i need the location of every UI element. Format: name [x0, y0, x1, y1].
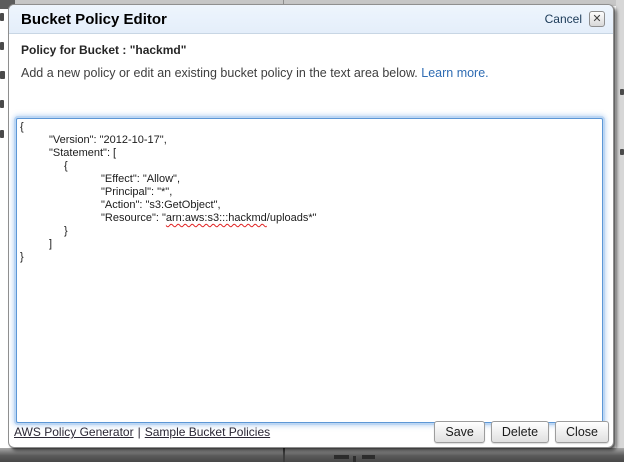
background-text-fragment	[0, 130, 4, 138]
background-bottom-strip	[0, 448, 624, 462]
policy-line: "Version": "2012-10-17",	[17, 134, 602, 147]
background-text-fragment	[0, 71, 5, 79]
cancel-link[interactable]: Cancel	[545, 12, 582, 26]
footer-links: AWS Policy Generator | Sample Bucket Polic…	[14, 425, 428, 439]
policy-line: "Principal": "*",	[17, 186, 602, 199]
dialog-header: Bucket Policy Editor Cancel ✕	[9, 5, 613, 34]
background-text-fragment	[0, 100, 4, 108]
policy-line: {	[17, 121, 602, 134]
policy-textarea[interactable]: {"Version": "2012-10-17","Statement": [{…	[16, 118, 603, 423]
policy-line: "Statement": [	[17, 147, 602, 160]
close-dialog-button[interactable]: Close	[555, 421, 609, 443]
policy-line: ]	[17, 238, 602, 251]
background-text-fragment	[353, 456, 356, 462]
background-text-fragment	[620, 149, 624, 155]
delete-button[interactable]: Delete	[491, 421, 549, 443]
policy-line: "Action": "s3:GetObject",	[17, 199, 602, 212]
dialog-footer: AWS Policy Generator | Sample Bucket Polic…	[14, 420, 609, 444]
sample-bucket-policies-link[interactable]: Sample Bucket Policies	[145, 425, 270, 439]
page-background: Bucket Policy Editor Cancel ✕ Policy for…	[0, 0, 624, 462]
description-body: Add a new policy or edit an existing buc…	[21, 66, 418, 80]
policy-for-bucket-label: Policy for Bucket : "hackmd"	[21, 43, 601, 57]
background-bottom-divider	[283, 448, 285, 462]
description-text: Add a new policy or edit an existing buc…	[21, 66, 601, 80]
background-text-fragment	[0, 13, 4, 21]
aws-policy-generator-link[interactable]: AWS Policy Generator	[14, 425, 134, 439]
background-text-fragment	[620, 89, 624, 95]
bucket-policy-editor-dialog: Bucket Policy Editor Cancel ✕ Policy for…	[8, 4, 614, 448]
learn-more-link[interactable]: Learn more.	[421, 66, 488, 80]
background-right-column	[616, 0, 624, 462]
policy-line: "Effect": "Allow",	[17, 173, 602, 186]
link-separator: |	[138, 425, 141, 439]
page-title: Bucket Policy Editor	[21, 11, 545, 28]
close-icon: ✕	[592, 14, 601, 25]
background-text-fragment	[0, 42, 4, 50]
policy-line: "Resource": "arn:aws:s3:::hackmd/uploads…	[17, 212, 602, 225]
save-button[interactable]: Save	[434, 421, 485, 443]
background-text-fragment	[362, 455, 375, 459]
misspelled-text: arn:aws:s3:::hackmd	[166, 212, 267, 224]
policy-line: {	[17, 160, 602, 173]
close-button[interactable]: ✕	[589, 11, 605, 27]
background-text-fragment	[334, 455, 349, 459]
policy-line: }	[17, 251, 602, 264]
policy-line: }	[17, 225, 602, 238]
